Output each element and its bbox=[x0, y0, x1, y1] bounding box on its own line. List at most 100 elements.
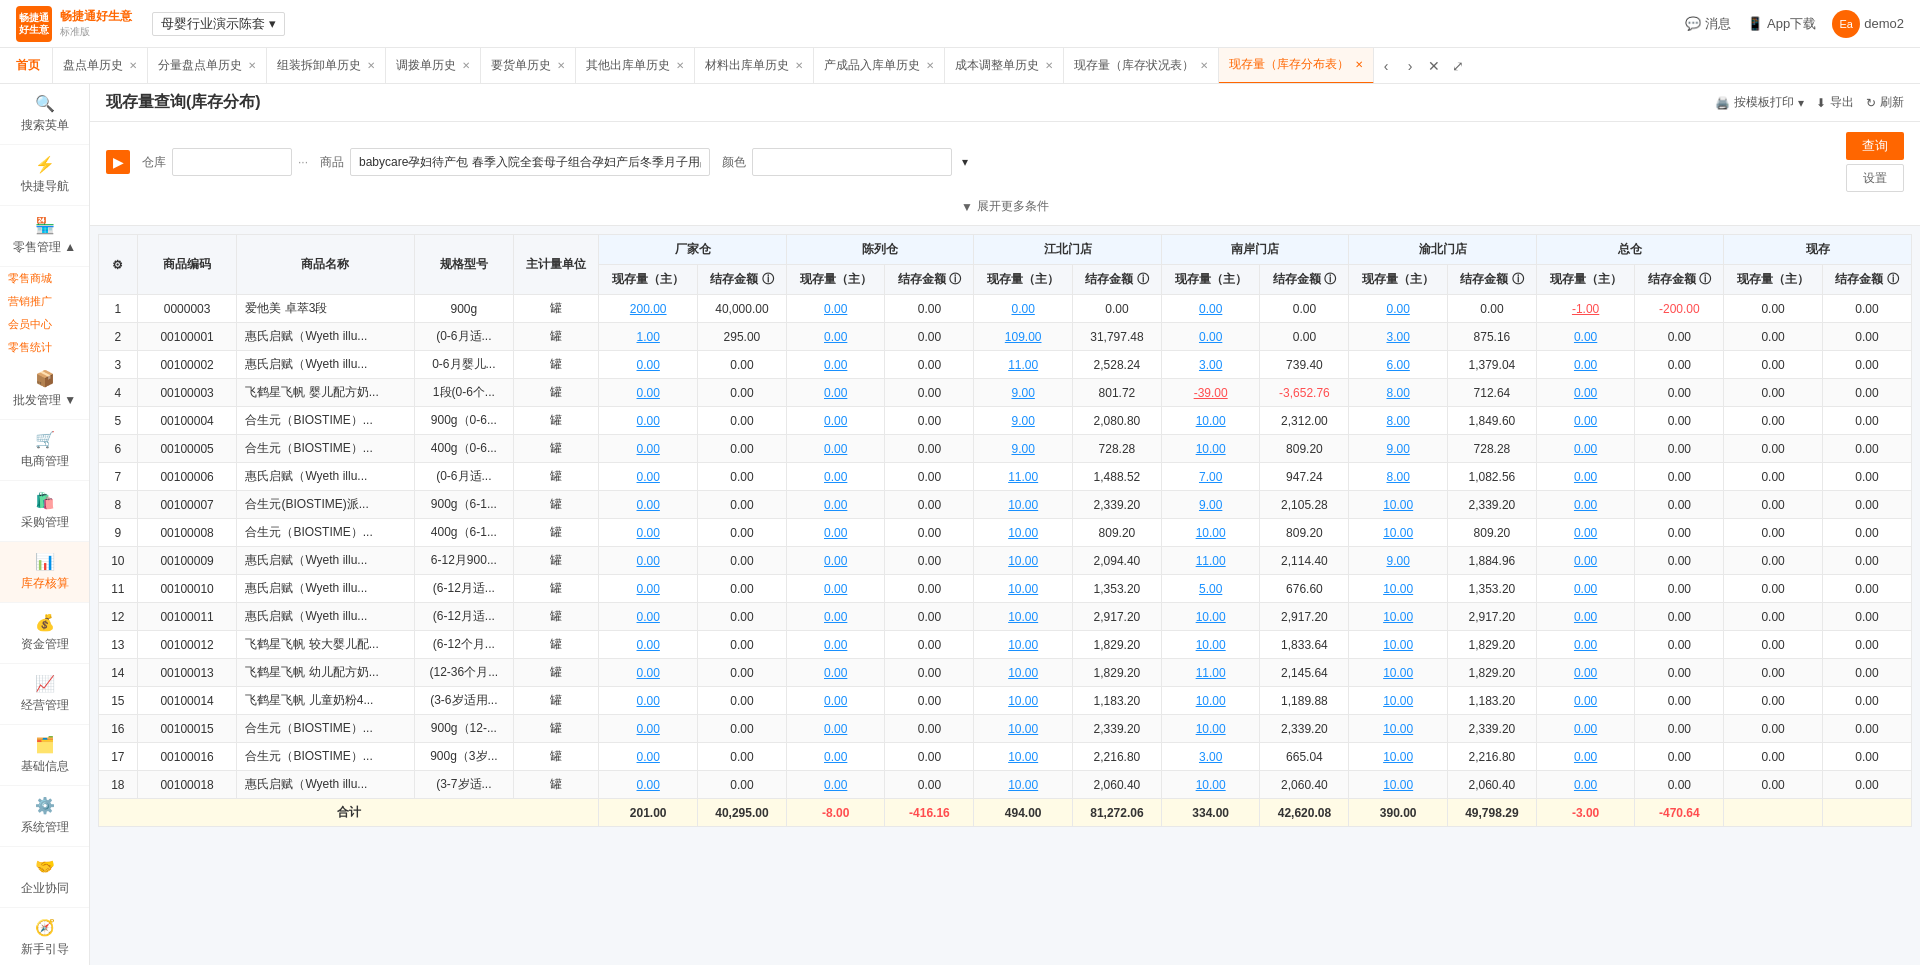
sidebar-item-ecom[interactable]: 🛒 电商管理 bbox=[0, 420, 89, 481]
row-factory-qty[interactable]: 0.00 bbox=[599, 519, 698, 547]
row-factory-qty[interactable]: 0.00 bbox=[599, 407, 698, 435]
close-icon[interactable]: ✕ bbox=[1045, 60, 1053, 71]
row-factory-qty[interactable]: 0.00 bbox=[599, 771, 698, 799]
row-total-qty[interactable]: 0.00 bbox=[1536, 491, 1635, 519]
row-nanan-qty[interactable]: 10.00 bbox=[1161, 519, 1260, 547]
sidebar-item-retail[interactable]: 🏪 零售管理 ▲ bbox=[0, 206, 89, 267]
row-factory-qty[interactable]: 0.00 bbox=[599, 743, 698, 771]
tab-kucunzk[interactable]: 现存量（库存状况表）✕ bbox=[1064, 48, 1219, 84]
row-factory-qty[interactable]: 0.00 bbox=[599, 463, 698, 491]
row-chenlie-qty[interactable]: 0.00 bbox=[786, 687, 885, 715]
tab-home[interactable]: 首页 bbox=[4, 48, 53, 84]
sidebar-item-marketing[interactable]: 营销推广 bbox=[0, 290, 89, 313]
query-btn[interactable]: 查询 bbox=[1846, 132, 1904, 160]
row-jiangbei-qty[interactable]: 10.00 bbox=[974, 547, 1073, 575]
row-jiangbei-qty[interactable]: 10.00 bbox=[974, 687, 1073, 715]
tab-fullscreen-btn[interactable]: ⤢ bbox=[1446, 54, 1470, 78]
refresh-btn[interactable]: ↻ 刷新 bbox=[1866, 94, 1904, 111]
row-nanan-qty[interactable]: 3.00 bbox=[1161, 743, 1260, 771]
close-icon[interactable]: ✕ bbox=[248, 60, 256, 71]
row-total-qty[interactable]: 0.00 bbox=[1536, 435, 1635, 463]
row-yubeimen-qty[interactable]: 8.00 bbox=[1349, 407, 1448, 435]
row-yubeimen-qty[interactable]: 8.00 bbox=[1349, 379, 1448, 407]
row-chenlie-qty[interactable]: 0.00 bbox=[786, 491, 885, 519]
row-total-qty[interactable]: 0.00 bbox=[1536, 743, 1635, 771]
row-chenlie-qty[interactable]: 0.00 bbox=[786, 715, 885, 743]
tab-qtck[interactable]: 其他出库单历史 ✕ bbox=[576, 48, 695, 84]
row-jiangbei-qty[interactable]: 10.00 bbox=[974, 603, 1073, 631]
row-chenlie-qty[interactable]: 0.00 bbox=[786, 379, 885, 407]
row-factory-qty[interactable]: 0.00 bbox=[599, 631, 698, 659]
sidebar-item-quicknav[interactable]: ⚡ 快捷导航 bbox=[0, 145, 89, 206]
row-total-qty[interactable]: 0.00 bbox=[1536, 519, 1635, 547]
app-download-btn[interactable]: 📱 App下载 bbox=[1747, 15, 1816, 33]
row-chenlie-qty[interactable]: 0.00 bbox=[786, 659, 885, 687]
row-total-qty[interactable]: 0.00 bbox=[1536, 659, 1635, 687]
print-btn[interactable]: 🖨️ 按模板打印 ▾ bbox=[1715, 94, 1804, 111]
color-input[interactable] bbox=[752, 148, 952, 176]
row-chenlie-qty[interactable]: 0.00 bbox=[786, 463, 885, 491]
row-yubeimen-qty[interactable]: 10.00 bbox=[1349, 631, 1448, 659]
tab-pandian[interactable]: 盘点单历史 ✕ bbox=[53, 48, 148, 84]
close-icon[interactable]: ✕ bbox=[367, 60, 375, 71]
expand-conditions-btn[interactable]: ▼ 展开更多条件 bbox=[106, 192, 1904, 215]
sidebar-item-basic[interactable]: 🗂️ 基础信息 bbox=[0, 725, 89, 786]
row-chenlie-qty[interactable]: 0.00 bbox=[786, 519, 885, 547]
user-area[interactable]: Ea demo2 bbox=[1832, 10, 1904, 38]
row-nanan-qty[interactable]: 0.00 bbox=[1161, 323, 1260, 351]
warehouse-more-icon[interactable]: ··· bbox=[298, 155, 308, 169]
row-chenlie-qty[interactable]: 0.00 bbox=[786, 295, 885, 323]
industry-selector[interactable]: 母婴行业演示陈套 ▾ bbox=[152, 12, 285, 36]
sidebar-item-guide[interactable]: 🧭 新手引导 bbox=[0, 908, 89, 965]
close-icon[interactable]: ✕ bbox=[1200, 60, 1208, 71]
row-factory-qty[interactable]: 0.00 bbox=[599, 435, 698, 463]
row-chenlie-qty[interactable]: 0.00 bbox=[786, 771, 885, 799]
row-nanan-qty[interactable]: 11.00 bbox=[1161, 547, 1260, 575]
product-input[interactable] bbox=[350, 148, 710, 176]
tab-fenpandian[interactable]: 分量盘点单历史 ✕ bbox=[148, 48, 267, 84]
row-chenlie-qty[interactable]: 0.00 bbox=[786, 631, 885, 659]
export-btn[interactable]: ⬇ 导出 bbox=[1816, 94, 1854, 111]
row-jiangbei-qty[interactable]: 109.00 bbox=[974, 323, 1073, 351]
row-total-qty[interactable]: 0.00 bbox=[1536, 715, 1635, 743]
row-jiangbei-qty[interactable]: 9.00 bbox=[974, 379, 1073, 407]
tab-close-all-btn[interactable]: ✕ bbox=[1422, 54, 1446, 78]
row-yubeimen-qty[interactable]: 9.00 bbox=[1349, 547, 1448, 575]
row-nanan-qty[interactable]: 10.00 bbox=[1161, 715, 1260, 743]
sidebar-item-member[interactable]: 会员中心 bbox=[0, 313, 89, 336]
sidebar-item-operation[interactable]: 📈 经营管理 bbox=[0, 664, 89, 725]
tab-prev-btn[interactable]: ‹ bbox=[1374, 54, 1398, 78]
row-nanan-qty[interactable]: 5.00 bbox=[1161, 575, 1260, 603]
close-icon[interactable]: ✕ bbox=[557, 60, 565, 71]
close-icon[interactable]: ✕ bbox=[462, 60, 470, 71]
row-yubeimen-qty[interactable]: 10.00 bbox=[1349, 575, 1448, 603]
row-total-qty[interactable]: 0.00 bbox=[1536, 631, 1635, 659]
row-factory-qty[interactable]: 0.00 bbox=[599, 603, 698, 631]
row-total-qty[interactable]: 0.00 bbox=[1536, 771, 1635, 799]
row-jiangbei-qty[interactable]: 10.00 bbox=[974, 491, 1073, 519]
sidebar-item-retailstat[interactable]: 零售统计 bbox=[0, 336, 89, 359]
tab-cailiaock[interactable]: 材料出库单历史 ✕ bbox=[695, 48, 814, 84]
row-factory-qty[interactable]: 0.00 bbox=[599, 351, 698, 379]
sidebar-item-inventory[interactable]: 📊 库存核算 bbox=[0, 542, 89, 603]
row-factory-qty[interactable]: 0.00 bbox=[599, 379, 698, 407]
row-jiangbei-qty[interactable]: 11.00 bbox=[974, 463, 1073, 491]
row-jiangbei-qty[interactable]: 11.00 bbox=[974, 351, 1073, 379]
row-chenlie-qty[interactable]: 0.00 bbox=[786, 603, 885, 631]
row-jiangbei-qty[interactable]: 10.00 bbox=[974, 575, 1073, 603]
row-yubeimen-qty[interactable]: 10.00 bbox=[1349, 715, 1448, 743]
row-chenlie-qty[interactable]: 0.00 bbox=[786, 547, 885, 575]
warehouse-input[interactable] bbox=[172, 148, 292, 176]
row-chenlie-qty[interactable]: 0.00 bbox=[786, 407, 885, 435]
row-nanan-qty[interactable]: 3.00 bbox=[1161, 351, 1260, 379]
row-yubeimen-qty[interactable]: 10.00 bbox=[1349, 687, 1448, 715]
row-jiangbei-qty[interactable]: 9.00 bbox=[974, 407, 1073, 435]
row-total-qty[interactable]: 0.00 bbox=[1536, 407, 1635, 435]
close-icon[interactable]: ✕ bbox=[926, 60, 934, 71]
row-nanan-qty[interactable]: -39.00 bbox=[1161, 379, 1260, 407]
row-factory-qty[interactable]: 0.00 bbox=[599, 715, 698, 743]
row-total-qty[interactable]: 0.00 bbox=[1536, 575, 1635, 603]
row-total-qty[interactable]: 0.00 bbox=[1536, 379, 1635, 407]
close-icon[interactable]: ✕ bbox=[1355, 59, 1363, 70]
row-yubeimen-qty[interactable]: 10.00 bbox=[1349, 743, 1448, 771]
